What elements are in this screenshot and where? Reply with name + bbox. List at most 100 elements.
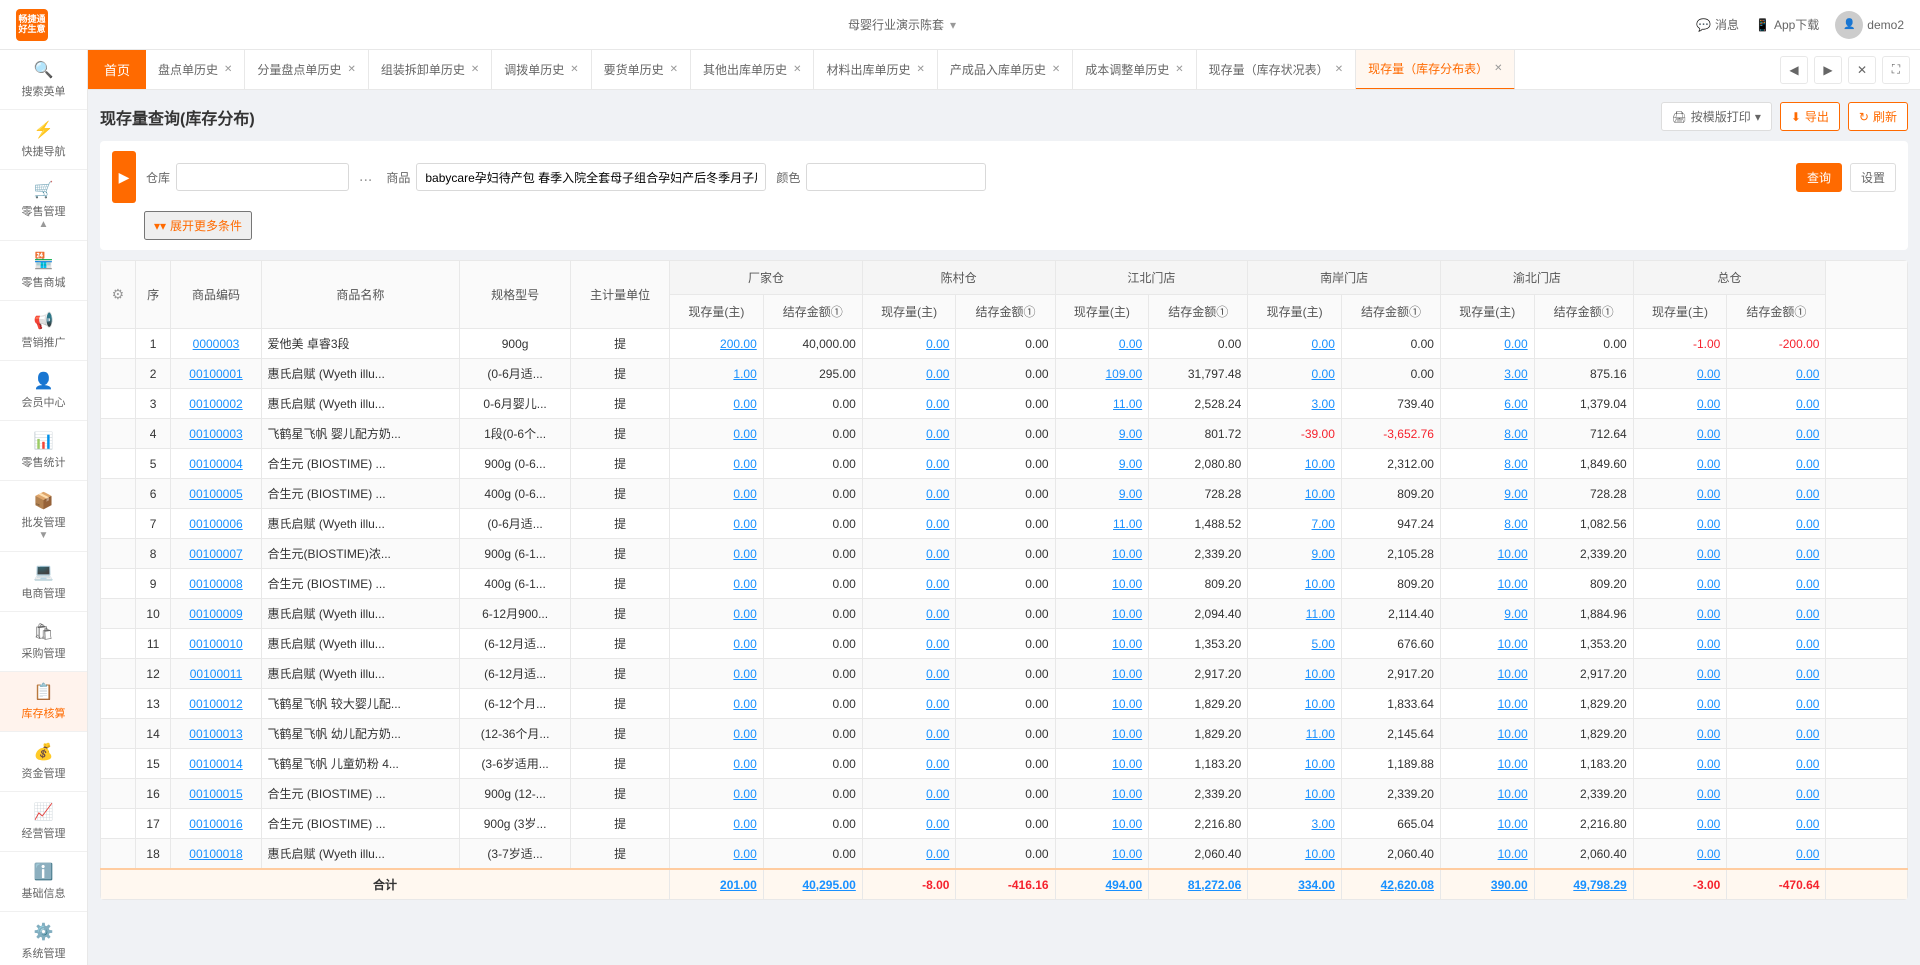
sidebar-item-basic-info[interactable]: ℹ️ 基础信息 xyxy=(0,852,87,912)
page-actions: 🖨 按模版打印 ▾ ⬇ 导出 ↻ 刷新 xyxy=(1661,102,1908,131)
sidebar-item-retail-stats[interactable]: 📊 零售统计 xyxy=(0,421,87,481)
sidebar-item-purchase[interactable]: 🛍 采购管理 xyxy=(0,612,87,672)
summary-yubeimen-amount[interactable]: 49,798.29 xyxy=(1534,869,1633,900)
goods-input[interactable] xyxy=(416,163,766,191)
th-goods-name: 商品名称 xyxy=(261,261,460,329)
sidebar-item-member[interactable]: 👤 会员中心 xyxy=(0,361,87,421)
summary-total-stock[interactable]: -3.00 xyxy=(1633,869,1727,900)
marketing-icon: 📢 xyxy=(34,311,54,331)
goods-label: 商品 xyxy=(386,169,410,186)
sidebar-item-finance[interactable]: 💰 资金管理 xyxy=(0,732,87,792)
ecommerce-icon: 💻 xyxy=(34,562,54,582)
query-btn[interactable]: 查询 xyxy=(1796,163,1842,192)
tab-transfer[interactable]: 调拨单历史 ✕ xyxy=(492,50,591,90)
quicknav-icon: ⚡ xyxy=(34,120,54,140)
summary-jiangbei-stock[interactable]: 494.00 xyxy=(1055,869,1149,900)
summary-nanan-amount[interactable]: 42,620.08 xyxy=(1341,869,1440,900)
tab-close-all-btn[interactable]: ✕ xyxy=(1848,56,1876,84)
tab-inventory-split[interactable]: 分量盘点单历史 ✕ xyxy=(245,50,368,90)
th-jiangbei: 江北门店 xyxy=(1055,261,1248,295)
tab-stock-dist[interactable]: 现存量（库存分布表） ✕ xyxy=(1356,50,1515,90)
sidebar-item-wholesale[interactable]: 📦 批发管理 ▼ xyxy=(0,481,87,552)
page-header: 现存量查询(库存分布) 🖨 按模版打印 ▾ ⬇ 导出 ↻ 刷新 xyxy=(100,102,1908,131)
sidebar-item-inventory[interactable]: 📋 库存核算 xyxy=(0,672,87,732)
gear-icon: ⚙ xyxy=(112,286,125,302)
table-row: 17 00100016 合生元 (BIOSTIME) ... 900g (3岁.… xyxy=(101,809,1908,839)
user-menu[interactable]: 👤 demo2 xyxy=(1835,11,1904,39)
th-chenhe: 陈村仓 xyxy=(862,261,1055,295)
tab-purchase-order[interactable]: 要货单历史 ✕ xyxy=(592,50,691,90)
summary-factory-stock[interactable]: 201.00 xyxy=(670,869,764,900)
sidebar-item-system[interactable]: ⚙️ 系统管理 xyxy=(0,912,87,965)
tab-close-3[interactable]: ✕ xyxy=(471,64,479,75)
export-icon: ⬇ xyxy=(1791,110,1801,124)
sidebar-item-operations[interactable]: 📈 经营管理 xyxy=(0,792,87,852)
tab-prev-btn[interactable]: ◀ xyxy=(1780,56,1808,84)
tab-material-out[interactable]: 材料出库单历史 ✕ xyxy=(814,50,937,90)
summary-total-amount[interactable]: -470.64 xyxy=(1727,869,1826,900)
tab-label-5: 要货单历史 xyxy=(604,61,664,78)
sidebar-item-search[interactable]: 🔍 搜索英单 xyxy=(0,50,87,110)
tab-close-11[interactable]: ✕ xyxy=(1494,63,1502,74)
tab-close-7[interactable]: ✕ xyxy=(916,64,924,75)
tab-expand-btn[interactable]: ⛶ xyxy=(1882,56,1910,84)
tab-next-btn[interactable]: ▶ xyxy=(1814,56,1842,84)
table-row: 2 00100001 惠氏启赋 (Wyeth illu... (0-6月适...… xyxy=(101,359,1908,389)
tab-close-8[interactable]: ✕ xyxy=(1052,64,1060,75)
th-jiangbei-amount: 结存金额① xyxy=(1149,295,1248,329)
th-nanan-amount: 结存金额① xyxy=(1341,295,1440,329)
refresh-btn[interactable]: ↻ 刷新 xyxy=(1848,102,1908,131)
th-unit: 主计量单位 xyxy=(571,261,670,329)
sidebar-item-ecommerce[interactable]: 💻 电商管理 xyxy=(0,552,87,612)
tab-close-5[interactable]: ✕ xyxy=(670,64,678,75)
tab-close-4[interactable]: ✕ xyxy=(570,64,578,75)
tab-cost-adjust[interactable]: 成本调整单历史 ✕ xyxy=(1073,50,1196,90)
summary-chenhe-amount[interactable]: -416.16 xyxy=(956,869,1055,900)
tab-close-1[interactable]: ✕ xyxy=(224,64,232,75)
th-spec: 规格型号 xyxy=(460,261,571,329)
tab-combo-disassemble[interactable]: 组装拆卸单历史 ✕ xyxy=(369,50,492,90)
tab-close-9[interactable]: ✕ xyxy=(1175,64,1183,75)
tab-inventory-single[interactable]: 盘点单历史 ✕ xyxy=(146,50,245,90)
th-extra xyxy=(1826,261,1908,329)
tab-product-in[interactable]: 产成品入库单历史 ✕ xyxy=(938,50,1073,90)
sidebar-item-quicknav[interactable]: ⚡ 快捷导航 xyxy=(0,110,87,170)
sidebar-item-retail-mgmt[interactable]: 🛒 零售管理 ▲ xyxy=(0,170,87,241)
expand-more-btn[interactable]: ▾▾ 展开更多条件 xyxy=(144,211,252,240)
summary-nanan-stock[interactable]: 334.00 xyxy=(1248,869,1342,900)
collapse-btn[interactable]: ▶ xyxy=(112,151,136,203)
member-icon: 👤 xyxy=(34,371,54,391)
message-btn[interactable]: 💬 消息 xyxy=(1696,16,1739,33)
export-btn[interactable]: ⬇ 导出 xyxy=(1780,102,1840,131)
th-gear[interactable]: ⚙ xyxy=(101,261,136,329)
sidebar-item-retail-store[interactable]: 🏪 零售商城 xyxy=(0,241,87,301)
tab-close-6[interactable]: ✕ xyxy=(793,64,801,75)
summary-row: 合计 201.00 40,295.00 -8.00 -416.16 494.00… xyxy=(101,869,1908,900)
table-row: 7 00100006 惠氏启赋 (Wyeth illu... (0-6月适...… xyxy=(101,509,1908,539)
summary-jiangbei-amount[interactable]: 81,272.06 xyxy=(1149,869,1248,900)
tab-label-8: 产成品入库单历史 xyxy=(950,61,1046,78)
dropdown-arrow[interactable]: ▾ xyxy=(950,18,956,32)
th-goods-code: 商品编码 xyxy=(171,261,261,329)
warehouse-input[interactable] xyxy=(176,163,349,191)
summary-yubeimen-stock[interactable]: 390.00 xyxy=(1440,869,1534,900)
summary-chenhe-stock[interactable]: -8.00 xyxy=(862,869,956,900)
tab-other-out[interactable]: 其他出库单历史 ✕ xyxy=(691,50,814,90)
app-download-btn[interactable]: 📱 App下载 xyxy=(1755,16,1819,33)
settings-btn[interactable]: 设置 xyxy=(1850,163,1896,192)
sidebar-label-wholesale: 批发管理 xyxy=(22,514,66,530)
sidebar-item-marketing[interactable]: 📢 营销推广 xyxy=(0,301,87,361)
table-row: 15 00100014 飞鹤星飞帆 儿童奶粉 4... (3-6岁适用... 提… xyxy=(101,749,1908,779)
tab-close-10[interactable]: ✕ xyxy=(1335,64,1343,75)
print-btn[interactable]: 🖨 按模版打印 ▾ xyxy=(1661,102,1772,131)
industry-label: 母婴行业演示陈套 xyxy=(848,16,944,33)
summary-factory-amount[interactable]: 40,295.00 xyxy=(763,869,862,900)
filter-area: ▶ 仓库 ... 商品 颜色 查询 xyxy=(100,141,1908,250)
avatar: 👤 xyxy=(1835,11,1863,39)
tab-home[interactable]: 首页 xyxy=(88,50,146,90)
tab-stock-status[interactable]: 现存量（库存状况表） ✕ xyxy=(1197,50,1356,90)
tab-label-9: 成本调整单历史 xyxy=(1085,61,1169,78)
color-input[interactable] xyxy=(806,163,986,191)
warehouse-dots-btn[interactable]: ... xyxy=(355,168,376,186)
tab-close-2[interactable]: ✕ xyxy=(347,64,355,75)
